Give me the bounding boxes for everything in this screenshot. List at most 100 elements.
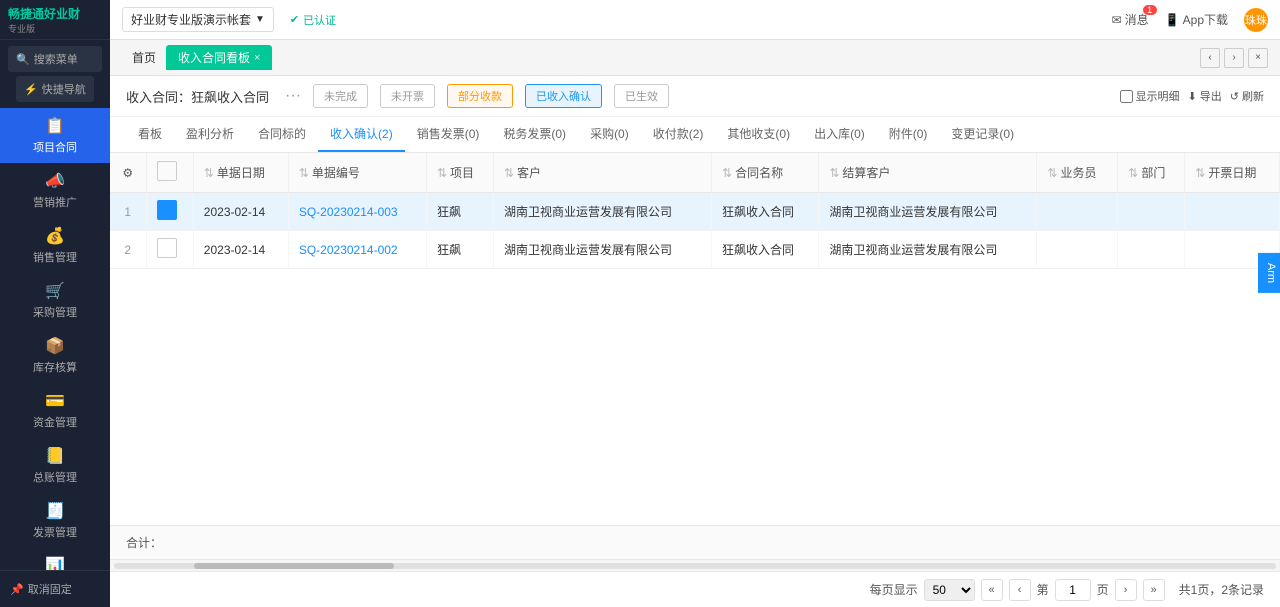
col-docno-header[interactable]: ⇅单据编号 — [288, 153, 426, 193]
show-detail-checkbox-label[interactable]: 显示明细 — [1120, 88, 1180, 104]
row-project-2: 狂飙 — [426, 231, 493, 269]
subtab-revenue-confirm[interactable]: 收入确认(2) — [318, 117, 405, 152]
tab-close-all-button[interactable]: × — [1248, 48, 1268, 68]
subtab-inout[interactable]: 出入库(0) — [802, 117, 877, 152]
sidebar-item-general[interactable]: 📒 总账管理 — [0, 438, 110, 493]
subtab-subject[interactable]: 合同标的 — [246, 117, 318, 152]
export-button[interactable]: ⬇ 导出 — [1188, 88, 1222, 104]
prev-page-button[interactable]: ‹ — [1009, 579, 1031, 601]
content-area: 收入合同：狂飙收入合同 ··· 未完成 未开票 部分收款 已收入确认 已生效 显… — [110, 76, 1280, 607]
header-actions: 显示明细 ⬇ 导出 ↺ 刷新 — [1120, 88, 1264, 104]
subtab-attachment[interactable]: 附件(0) — [877, 117, 940, 152]
subtab-kanban[interactable]: 看板 — [126, 117, 174, 152]
status-effective-btn[interactable]: 已生效 — [614, 84, 669, 108]
col-invoice-date-header[interactable]: ⇅开票日期 — [1185, 153, 1280, 193]
company-name: 好业财专业版演示帐套 — [131, 11, 251, 28]
subtab-other-income[interactable]: 其他收支(0) — [715, 117, 802, 152]
col-customer-header[interactable]: ⇅客户 — [493, 153, 711, 193]
col-settle-header[interactable]: ⇅结算客户 — [819, 153, 1037, 193]
show-detail-checkbox[interactable] — [1120, 90, 1133, 103]
company-selector[interactable]: 好业财专业版演示帐套 ▼ — [122, 7, 274, 32]
refresh-label: 刷新 — [1242, 88, 1264, 104]
horizontal-scrollbar[interactable] — [110, 559, 1280, 571]
search-menu-button[interactable]: 🔍 搜索菜单 — [8, 46, 102, 72]
next-page-button[interactable]: › — [1115, 579, 1137, 601]
col-checkbox[interactable] — [146, 153, 193, 193]
sort-icon-docno: ⇅ — [299, 166, 309, 180]
col-settings[interactable]: ⚙ — [110, 153, 146, 193]
status-partial-btn[interactable]: 部分收款 — [447, 84, 513, 108]
page-number-input[interactable] — [1055, 579, 1091, 601]
more-options-button[interactable]: ··· — [285, 87, 301, 105]
col-dept-header[interactable]: ⇅部门 — [1118, 153, 1185, 193]
row-dept-1 — [1118, 193, 1185, 231]
sidebar-item-sales[interactable]: 💰 销售管理 — [0, 218, 110, 273]
right-action-button[interactable]: Arm — [1258, 253, 1280, 293]
doc-link-1[interactable]: SQ-20230214-003 — [299, 205, 398, 219]
tab-next-button[interactable]: › — [1224, 48, 1244, 68]
inventory-icon: 📦 — [45, 336, 65, 356]
row-docno-2[interactable]: SQ-20230214-002 — [288, 231, 426, 269]
unpin-icon: 📌 — [10, 583, 24, 596]
data-table: ⚙ ⇅单据日期 ⇅单据编号 ⇅项目 ⇅客户 — [110, 153, 1280, 269]
col-date-header[interactable]: ⇅单据日期 — [193, 153, 288, 193]
user-avatar[interactable]: 珠珠 — [1244, 8, 1268, 32]
sidebar-item-tax[interactable]: 📊 税务管理 — [0, 548, 110, 570]
quick-nav-button[interactable]: ⚡ 快捷导航 — [16, 76, 94, 102]
message-button[interactable]: ✉ 1 消息 — [1112, 11, 1149, 28]
doc-link-2[interactable]: SQ-20230214-002 — [299, 243, 398, 257]
sidebar-label-marketing: 营销推广 — [33, 194, 77, 210]
subtab-sales-invoice[interactable]: 销售发票(0) — [405, 117, 492, 152]
sidebar-label-sales: 销售管理 — [33, 249, 77, 265]
contract-title-prefix: 收入合同： — [126, 90, 191, 105]
subtab-change-log[interactable]: 变更记录(0) — [939, 117, 1026, 152]
col-salesperson-header[interactable]: ⇅业务员 — [1037, 153, 1118, 193]
tabbar-controls: ‹ › × — [1200, 48, 1268, 68]
unpin-button[interactable]: 📌 取消固定 — [6, 577, 104, 601]
sidebar-item-marketing[interactable]: 📣 营销推广 — [0, 163, 110, 218]
row-docno-1[interactable]: SQ-20230214-003 — [288, 193, 426, 231]
nav-icon: ⚡ — [24, 83, 38, 96]
general-icon: 📒 — [45, 446, 65, 466]
col-contract-header[interactable]: ⇅合同名称 — [712, 153, 819, 193]
subtab-purchase[interactable]: 采购(0) — [578, 117, 641, 152]
tab-close-button[interactable]: × — [254, 52, 260, 64]
subtab-profit[interactable]: 盈利分析 — [174, 117, 246, 152]
first-page-button[interactable]: « — [981, 579, 1003, 601]
table-row[interactable]: 1 2023-02-14 SQ-20230214-003 狂飙 湖南卫视商业运营… — [110, 193, 1280, 231]
sort-icon-invoice-date: ⇅ — [1195, 166, 1205, 180]
last-page-button[interactable]: » — [1143, 579, 1165, 601]
active-tab[interactable]: 收入合同看板 × — [166, 45, 272, 70]
sidebar-item-invoice[interactable]: 🧾 发票管理 — [0, 493, 110, 548]
app-download-button[interactable]: 📱 App下载 — [1165, 11, 1228, 28]
contract-title: 收入合同：狂飙收入合同 — [126, 87, 269, 106]
table-row[interactable]: 2 2023-02-14 SQ-20230214-002 狂飙 湖南卫视商业运营… — [110, 231, 1280, 269]
tab-prev-button[interactable]: ‹ — [1200, 48, 1220, 68]
status-incomplete-btn[interactable]: 未完成 — [313, 84, 368, 108]
row-checkbox-2[interactable] — [146, 231, 193, 269]
search-icon: 🔍 — [16, 53, 30, 66]
contract-header: 收入合同：狂飙收入合同 ··· 未完成 未开票 部分收款 已收入确认 已生效 显… — [110, 76, 1280, 117]
refresh-icon: ↺ — [1230, 90, 1239, 103]
per-page-select[interactable]: 20 50 100 — [924, 579, 975, 601]
sidebar-item-purchase[interactable]: 🛒 采购管理 — [0, 273, 110, 328]
row-checkbox-1[interactable] — [146, 193, 193, 231]
row-customer-2: 湖南卫视商业运营发展有限公司 — [493, 231, 711, 269]
home-tab[interactable]: 首页 — [122, 49, 166, 66]
row-customer-1: 湖南卫视商业运营发展有限公司 — [493, 193, 711, 231]
refresh-button[interactable]: ↺ 刷新 — [1230, 88, 1264, 104]
sidebar-item-project[interactable]: 📋 项目合同 — [0, 108, 110, 163]
scrollbar-thumb[interactable] — [194, 563, 394, 569]
col-project-header[interactable]: ⇅项目 — [426, 153, 493, 193]
sidebar-item-capital[interactable]: 💳 资金管理 — [0, 383, 110, 438]
subtab-tax-invoice[interactable]: 税务发票(0) — [491, 117, 578, 152]
sidebar-item-inventory[interactable]: 📦 库存核算 — [0, 328, 110, 383]
subtab-payment[interactable]: 收付款(2) — [641, 117, 716, 152]
select-all-checkbox[interactable] — [157, 161, 177, 181]
sort-icon-dept: ⇅ — [1128, 166, 1138, 180]
row-num-1: 1 — [110, 193, 146, 231]
sales-icon: 💰 — [45, 226, 65, 246]
status-confirmed-btn[interactable]: 已收入确认 — [525, 84, 602, 108]
sort-icon-project: ⇅ — [437, 166, 447, 180]
status-uninvoiced-btn[interactable]: 未开票 — [380, 84, 435, 108]
